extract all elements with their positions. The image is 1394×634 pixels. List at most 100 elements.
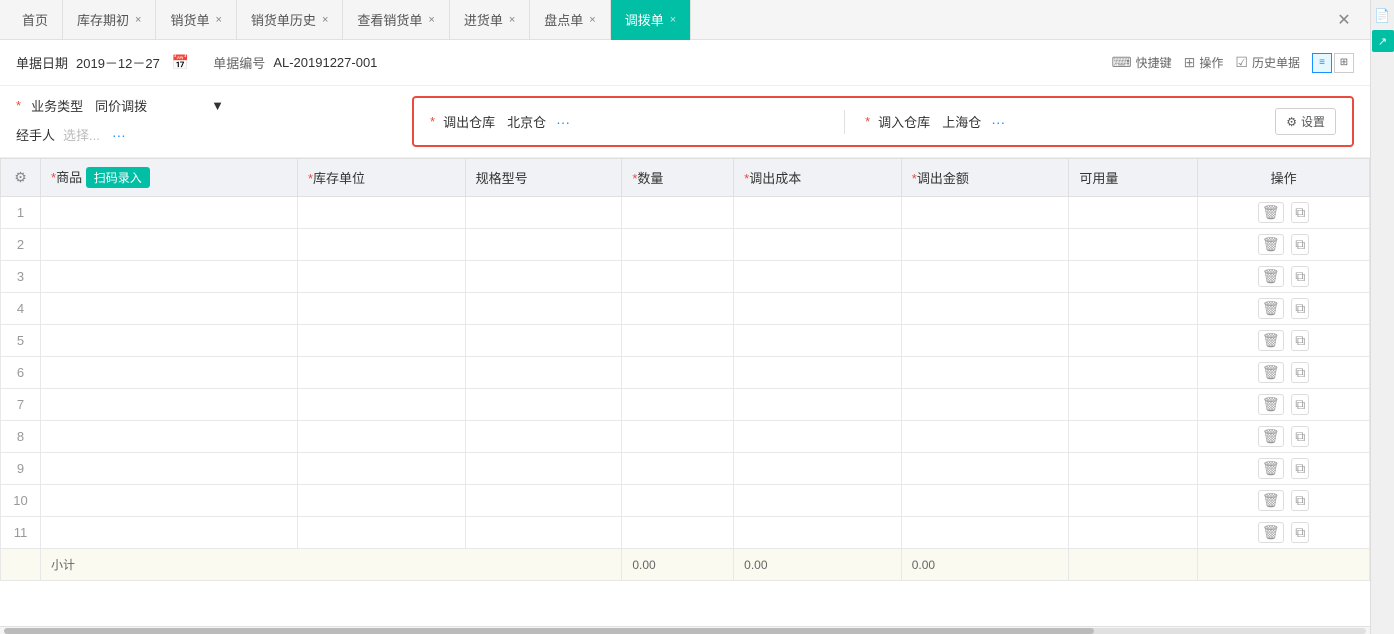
qty-cell[interactable] [622,325,734,357]
copy-icon[interactable]: ⧉ [1291,490,1309,511]
copy-icon[interactable]: ⧉ [1291,394,1309,415]
handler-more-button[interactable]: ··· [112,127,126,143]
sidebar-export-icon[interactable]: ↗ [1372,30,1394,52]
copy-icon[interactable]: ⧉ [1291,362,1309,383]
cost-cell[interactable] [734,357,902,389]
delete-icon[interactable]: 🗑 [1258,234,1284,255]
copy-icon[interactable]: ⧉ [1291,298,1309,319]
available-cell[interactable] [1069,325,1198,357]
available-cell[interactable] [1069,485,1198,517]
qty-cell[interactable] [622,517,734,549]
amount-cell[interactable] [901,293,1069,325]
available-cell[interactable] [1069,517,1198,549]
scroll-thumb[interactable] [4,628,1094,634]
scroll-area[interactable] [0,626,1370,634]
window-close-button[interactable]: ✕ [1326,2,1362,38]
qty-cell[interactable] [622,229,734,261]
unit-cell[interactable] [297,453,465,485]
close-icon[interactable]: × [589,14,595,26]
cost-cell[interactable] [734,197,902,229]
cost-cell[interactable] [734,517,902,549]
product-cell[interactable] [41,197,298,229]
tab-inventory-init[interactable]: 库存期初 × [63,0,156,40]
delete-icon[interactable]: 🗑 [1258,298,1284,319]
unit-cell[interactable] [297,485,465,517]
amount-cell[interactable] [901,453,1069,485]
tab-sales-order[interactable]: 销货单 × [156,0,236,40]
available-cell[interactable] [1069,421,1198,453]
tab-home[interactable]: 首页 [8,0,63,40]
close-icon[interactable]: × [322,14,328,26]
delete-icon[interactable]: 🗑 [1258,362,1284,383]
unit-cell[interactable] [297,421,465,453]
amount-cell[interactable] [901,485,1069,517]
delete-icon[interactable]: 🗑 [1258,458,1284,479]
layout-grid-button[interactable]: ⊞ [1334,53,1354,73]
available-cell[interactable] [1069,357,1198,389]
available-cell[interactable] [1069,197,1198,229]
cost-cell[interactable] [734,261,902,293]
tab-purchase[interactable]: 进货单 × [450,0,530,40]
amount-cell[interactable] [901,389,1069,421]
tab-sales-history[interactable]: 销货单历史 × [237,0,343,40]
business-type-dropdown[interactable]: 同价调拨 ▼ [91,96,251,115]
unit-cell[interactable] [297,261,465,293]
delete-icon[interactable]: 🗑 [1258,266,1284,287]
amount-cell[interactable] [901,325,1069,357]
sidebar-doc-icon[interactable]: 📄 [1374,8,1390,24]
layout-list-button[interactable]: ≡ [1312,53,1332,73]
warehouse-out-more-button[interactable]: ··· [556,114,570,130]
copy-icon[interactable]: ⧉ [1291,522,1309,543]
amount-cell[interactable] [901,229,1069,261]
cost-cell[interactable] [734,229,902,261]
spec-cell[interactable] [465,485,622,517]
amount-cell[interactable] [901,357,1069,389]
unit-cell[interactable] [297,517,465,549]
spec-cell[interactable] [465,197,622,229]
amount-cell[interactable] [901,261,1069,293]
product-cell[interactable] [41,485,298,517]
close-icon[interactable]: × [670,14,676,26]
unit-cell[interactable] [297,229,465,261]
warehouse-out-value[interactable]: 北京仓 [507,112,546,131]
col-settings[interactable]: ⚙ [1,159,41,197]
unit-cell[interactable] [297,389,465,421]
delete-icon[interactable]: 🗑 [1258,522,1284,543]
close-icon[interactable]: × [509,14,515,26]
qty-cell[interactable] [622,261,734,293]
available-cell[interactable] [1069,261,1198,293]
qty-cell[interactable] [622,389,734,421]
settings-button[interactable]: ⚙ 设置 [1275,108,1336,135]
history-button[interactable]: ☑ 历史单据 [1235,54,1300,71]
operations-button[interactable]: ⊞ 操作 [1184,54,1224,71]
copy-icon[interactable]: ⧉ [1291,426,1309,447]
tab-transfer[interactable]: 调拨单 × [611,0,691,40]
scan-button[interactable]: 扫码录入 [86,167,150,188]
spec-cell[interactable] [465,389,622,421]
available-cell[interactable] [1069,453,1198,485]
tab-view-sales[interactable]: 查看销货单 × [343,0,449,40]
delete-icon[interactable]: 🗑 [1258,394,1284,415]
shortcuts-button[interactable]: ⌨ 快捷键 [1111,54,1171,71]
qty-cell[interactable] [622,197,734,229]
copy-icon[interactable]: ⧉ [1291,202,1309,223]
product-cell[interactable] [41,421,298,453]
spec-cell[interactable] [465,357,622,389]
cost-cell[interactable] [734,389,902,421]
cost-cell[interactable] [734,421,902,453]
amount-cell[interactable] [901,421,1069,453]
unit-cell[interactable] [297,197,465,229]
product-cell[interactable] [41,325,298,357]
delete-icon[interactable]: 🗑 [1258,330,1284,351]
amount-cell[interactable] [901,197,1069,229]
warehouse-in-more-button[interactable]: ··· [991,114,1005,130]
available-cell[interactable] [1069,293,1198,325]
qty-cell[interactable] [622,421,734,453]
qty-cell[interactable] [622,453,734,485]
product-cell[interactable] [41,229,298,261]
spec-cell[interactable] [465,453,622,485]
delete-icon[interactable]: 🗑 [1258,202,1284,223]
calendar-icon[interactable]: 📅 [172,54,189,71]
close-icon[interactable]: × [215,14,221,26]
cost-cell[interactable] [734,485,902,517]
